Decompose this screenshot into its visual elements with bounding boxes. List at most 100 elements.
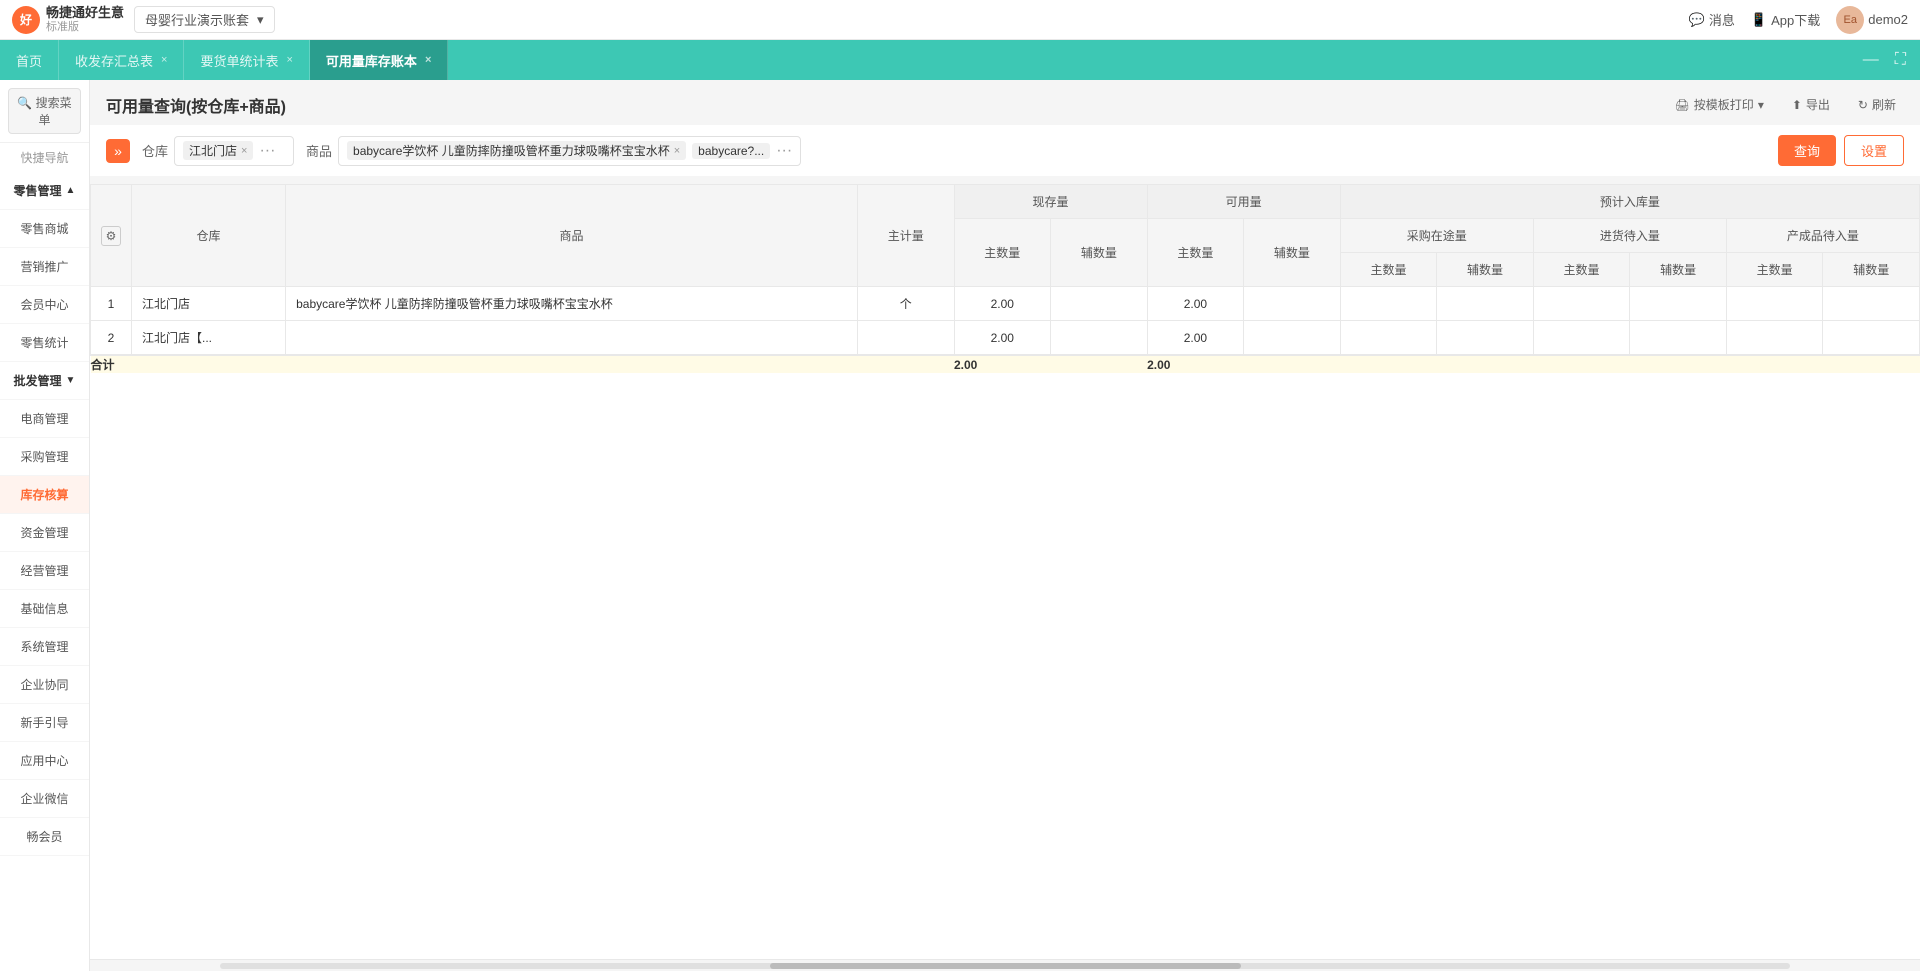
sidebar-item-inventory-check[interactable]: 库存核算 [0,476,89,514]
col-incoming-aux: 辅数量 [1630,253,1727,287]
print-icon: 🖨 [1675,98,1690,112]
col-settings-header[interactable]: ⚙ [91,185,132,287]
tab-inventory[interactable]: 可用量库存账本 × [310,40,448,80]
message-btn[interactable]: 💬 消息 [1689,10,1735,29]
logo-main: 畅捷通好生意 [46,5,124,21]
horizontal-scrollbar[interactable] [90,959,1920,971]
refresh-btn[interactable]: ↻ 刷新 [1850,92,1904,117]
col-purchase-aux: 辅数量 [1437,253,1534,287]
sidebar-item-system-mgmt[interactable]: 系统管理 [0,628,89,666]
warehouse-more-icon[interactable]: ··· [259,142,275,160]
app-download-btn[interactable]: 📱 App下载 [1751,10,1820,29]
sidebar-item-enterprise[interactable]: 企业协同 [0,666,89,704]
sidebar-item-basic-info-label: 基础信息 [20,602,68,616]
tab-receipts-close[interactable]: × [161,54,167,66]
username: demo2 [1868,12,1908,27]
sidebar-item-member-center-label: 会员中心 [20,298,68,312]
sidebar-item-finance-label: 资金管理 [20,526,68,540]
product-tag2-text: babycare?... [698,144,764,158]
tab-minimize-icon[interactable]: — [1859,47,1883,73]
message-icon: 💬 [1689,12,1705,28]
warehouse-tag: 江北门店 × [183,141,253,160]
sidebar-item-inventory-check-label: 库存核算 [20,488,68,502]
cell-purchase-main [1340,287,1437,321]
nav-tabs: 首页 收发存汇总表 × 要货单统计表 × 可用量库存账本 × — ⛶ [0,40,1920,80]
sidebar-item-purchase[interactable]: 采购管理 [0,438,89,476]
product-tag1-text: babycare学饮杯 儿童防摔防撞吸管杯重力球吸嘴杯宝宝水杯 [353,142,670,159]
col-available-aux: 辅数量 [1244,219,1341,287]
page-actions: 🖨 按模板打印 ▾ ⬆ 导出 ↻ 刷新 [1667,92,1904,117]
print-btn[interactable]: 🖨 按模板打印 ▾ [1667,92,1772,117]
summary-production-main [1726,355,1823,373]
cell-warehouse: 江北门店 [132,287,286,321]
top-bar-left: 好 畅捷通好生意 标准版 母婴行业演示账套 ▾ [12,5,275,34]
col-current-header: 现存量 [954,185,1147,219]
cell-available-main: 2.00 [1147,287,1244,321]
sidebar: 🔍 搜索菜单 快捷导航 零售管理 ▲ 零售商城 营销推广 会员中心 零售统计 批… [0,80,90,971]
summary-incoming-aux [1630,355,1727,373]
tab-orders[interactable]: 要货单统计表 × [184,40,309,80]
sidebar-item-wholesale-mgmt[interactable]: 批发管理 ▼ [0,362,89,400]
tab-receipts[interactable]: 收发存汇总表 × [59,40,184,80]
cell-production-main [1726,321,1823,356]
tab-home[interactable]: 首页 [0,40,59,80]
sidebar-item-enterprise-wx[interactable]: 企业微信 [0,780,89,818]
cell-purchase-aux [1437,287,1534,321]
sidebar-item-finance[interactable]: 资金管理 [0,514,89,552]
cell-purchase-aux [1437,321,1534,356]
cell-warehouse: 江北门店【... [132,321,286,356]
logo-text: 畅捷通好生意 标准版 [46,5,124,34]
sidebar-item-member-center[interactable]: 会员中心 [0,286,89,324]
warehouse-filter-input[interactable]: 江北门店 × ··· [174,136,294,166]
col-production-header: 产成品待入量 [1726,219,1919,253]
sidebar-item-basic-info[interactable]: 基础信息 [0,590,89,628]
sidebar-item-newbie[interactable]: 新手引导 [0,704,89,742]
industry-selector[interactable]: 母婴行业演示账套 ▾ [134,6,275,33]
tab-orders-close[interactable]: × [286,54,292,66]
sidebar-item-marketing[interactable]: 营销推广 [0,248,89,286]
export-icon: ⬆ [1792,98,1802,112]
table-row: 2 江北门店【... 2.00 2.00 [91,321,1920,356]
product-tag1-remove[interactable]: × [674,145,680,157]
sidebar-item-retail-stats[interactable]: 零售统计 [0,324,89,362]
content-area: 可用量查询(按仓库+商品) 🖨 按模板打印 ▾ ⬆ 导出 ↻ 刷新 » [90,80,1920,971]
warehouse-tag-remove[interactable]: × [241,145,247,157]
col-purchase-header: 采购在途量 [1340,219,1533,253]
search-menu-label: 搜索菜单 [36,96,72,127]
sidebar-item-app-center[interactable]: 应用中心 [0,742,89,780]
expand-filter-btn[interactable]: » [106,139,130,163]
sidebar-item-enterprise-wx-label: 企业微信 [20,792,68,806]
product-filter-input[interactable]: babycare学饮杯 儿童防摔防撞吸管杯重力球吸嘴杯宝宝水杯 × babyca… [338,136,801,166]
sidebar-item-ecommerce[interactable]: 电商管理 [0,400,89,438]
sidebar-item-purchase-label: 采购管理 [20,450,68,464]
warehouse-filter-group: 仓库 江北门店 × ··· [142,136,294,166]
table-settings-icon[interactable]: ⚙ [101,226,121,246]
chevron-down-icon: ▾ [1758,98,1764,112]
sidebar-item-business-mgmt[interactable]: 经营管理 [0,552,89,590]
sidebar-item-retail-shop[interactable]: 零售商城 [0,210,89,248]
scrollbar-thumb[interactable] [770,963,1241,969]
avatar: Ea [1836,6,1864,34]
settings-btn[interactable]: 设置 [1844,135,1904,166]
cell-incoming-aux [1630,321,1727,356]
sidebar-item-retail-mgmt[interactable]: 零售管理 ▲ [0,172,89,210]
product-tag2: babycare?... [692,143,770,159]
export-btn[interactable]: ⬆ 导出 [1784,92,1838,117]
col-purchase-main: 主数量 [1340,253,1437,287]
search-menu-btn[interactable]: 🔍 搜索菜单 [8,88,81,134]
product-more-icon[interactable]: ··· [776,142,792,160]
query-btn[interactable]: 查询 [1778,135,1836,166]
sidebar-item-retail-shop-label: 零售商城 [20,222,68,236]
tab-expand-icon[interactable]: ⛶ [1891,47,1910,73]
col-production-main: 主数量 [1726,253,1823,287]
tab-receipts-label: 收发存汇总表 [75,51,153,70]
sidebar-item-member[interactable]: 畅会员 [0,818,89,856]
quick-nav-label[interactable]: 快捷导航 [0,143,89,172]
summary-current-aux [1051,355,1148,373]
cell-current-main: 2.00 [954,287,1051,321]
sidebar-item-marketing-label: 营销推广 [20,260,68,274]
tab-inventory-close[interactable]: × [425,54,431,66]
user-profile[interactable]: Ea demo2 [1836,6,1908,34]
cell-unit [857,321,954,356]
col-current-main: 主数量 [954,219,1051,287]
